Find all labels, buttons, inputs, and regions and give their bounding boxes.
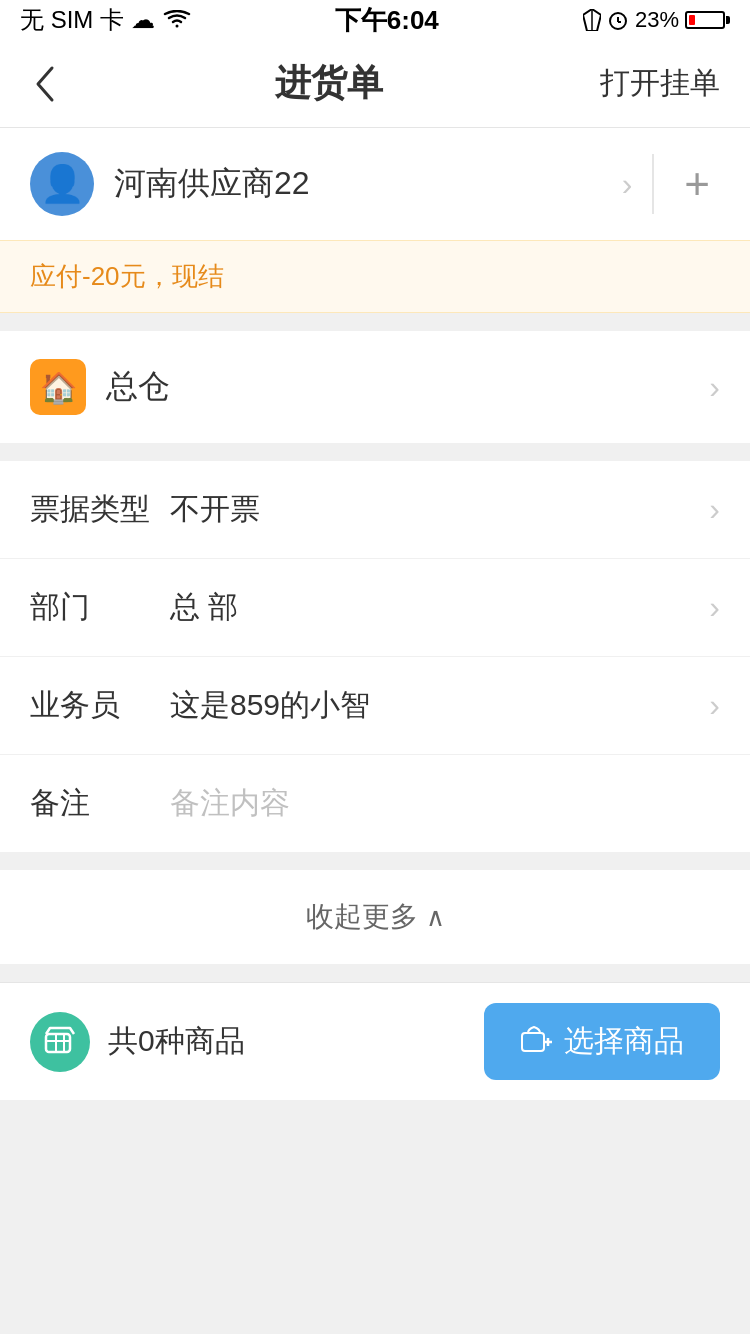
- product-icon-bg: [30, 1012, 90, 1072]
- cart-icon: [42, 1024, 78, 1060]
- salesperson-value: 这是859的小智: [170, 685, 709, 726]
- house-icon: 🏠: [40, 370, 77, 405]
- chevron-right-icon: ›: [709, 687, 720, 724]
- vertical-divider: [652, 154, 654, 214]
- product-count-text: 共0种商品: [108, 1021, 245, 1062]
- alarm-icon: [607, 9, 629, 31]
- collapse-arrow-icon: ∧: [426, 902, 445, 933]
- notice-bar: 应付-20元，现结: [0, 240, 750, 313]
- invoice-type-row[interactable]: 票据类型 不开票 ›: [0, 461, 750, 559]
- warehouse-section: 🏠 总仓 ›: [0, 331, 750, 443]
- collapse-row[interactable]: 收起更多 ∧: [0, 870, 750, 964]
- remarks-row[interactable]: 备注 备注内容: [0, 755, 750, 852]
- invoice-type-label: 票据类型: [30, 489, 170, 530]
- notice-text: 应付-20元，现结: [30, 261, 224, 291]
- bottom-bar: 共0种商品 选择商品: [0, 982, 750, 1100]
- salesperson-row[interactable]: 业务员 这是859的小智 ›: [0, 657, 750, 755]
- warehouse-icon-bg: 🏠: [30, 359, 86, 415]
- collapse-label: 收起更多: [306, 898, 418, 936]
- chevron-right-icon: ›: [709, 491, 720, 528]
- chevron-right-icon: ›: [709, 369, 720, 406]
- open-pending-button[interactable]: 打开挂单: [600, 63, 720, 104]
- signal-text: 无 SIM 卡 ☁: [20, 4, 155, 36]
- select-goods-label: 选择商品: [564, 1021, 684, 1062]
- chevron-right-icon: ›: [622, 166, 633, 203]
- svg-rect-5: [46, 1034, 70, 1052]
- status-right: 23%: [583, 7, 730, 33]
- back-button[interactable]: [30, 62, 58, 106]
- battery-icon: [685, 11, 730, 29]
- add-button[interactable]: +: [674, 159, 720, 209]
- supplier-row[interactable]: 👤 河南供应商22 › +: [0, 128, 750, 240]
- department-row[interactable]: 部门 总 部 ›: [0, 559, 750, 657]
- remarks-input[interactable]: 备注内容: [170, 783, 720, 824]
- department-value: 总 部: [170, 587, 709, 628]
- warehouse-name: 总仓: [106, 365, 709, 409]
- battery-percent: 23%: [635, 7, 679, 33]
- wifi-icon: [163, 10, 191, 30]
- status-left: 无 SIM 卡 ☁: [20, 4, 191, 36]
- location-icon: [583, 9, 601, 31]
- supplier-name: 河南供应商22: [114, 162, 622, 206]
- form-section: 票据类型 不开票 › 部门 总 部 › 业务员 这是859的小智 › 备注 备注…: [0, 461, 750, 852]
- select-goods-button[interactable]: 选择商品: [484, 1003, 720, 1080]
- invoice-type-value: 不开票: [170, 489, 709, 530]
- salesperson-label: 业务员: [30, 685, 170, 726]
- content-fill: [0, 1100, 750, 1334]
- page-title: 进货单: [275, 59, 383, 108]
- avatar: 👤: [30, 152, 94, 216]
- product-count-area: 共0种商品: [30, 1012, 245, 1072]
- nav-bar: 进货单 打开挂单: [0, 40, 750, 128]
- select-goods-icon: [520, 1025, 554, 1059]
- person-icon: 👤: [40, 163, 85, 205]
- status-time: 下午6:04: [335, 3, 439, 38]
- warehouse-row[interactable]: 🏠 总仓 ›: [0, 331, 750, 443]
- department-label: 部门: [30, 587, 170, 628]
- svg-rect-9: [522, 1033, 544, 1051]
- status-bar: 无 SIM 卡 ☁ 下午6:04 23%: [0, 0, 750, 40]
- chevron-right-icon: ›: [709, 589, 720, 626]
- remarks-label: 备注: [30, 783, 170, 824]
- supplier-section: 👤 河南供应商22 › + 应付-20元，现结: [0, 128, 750, 313]
